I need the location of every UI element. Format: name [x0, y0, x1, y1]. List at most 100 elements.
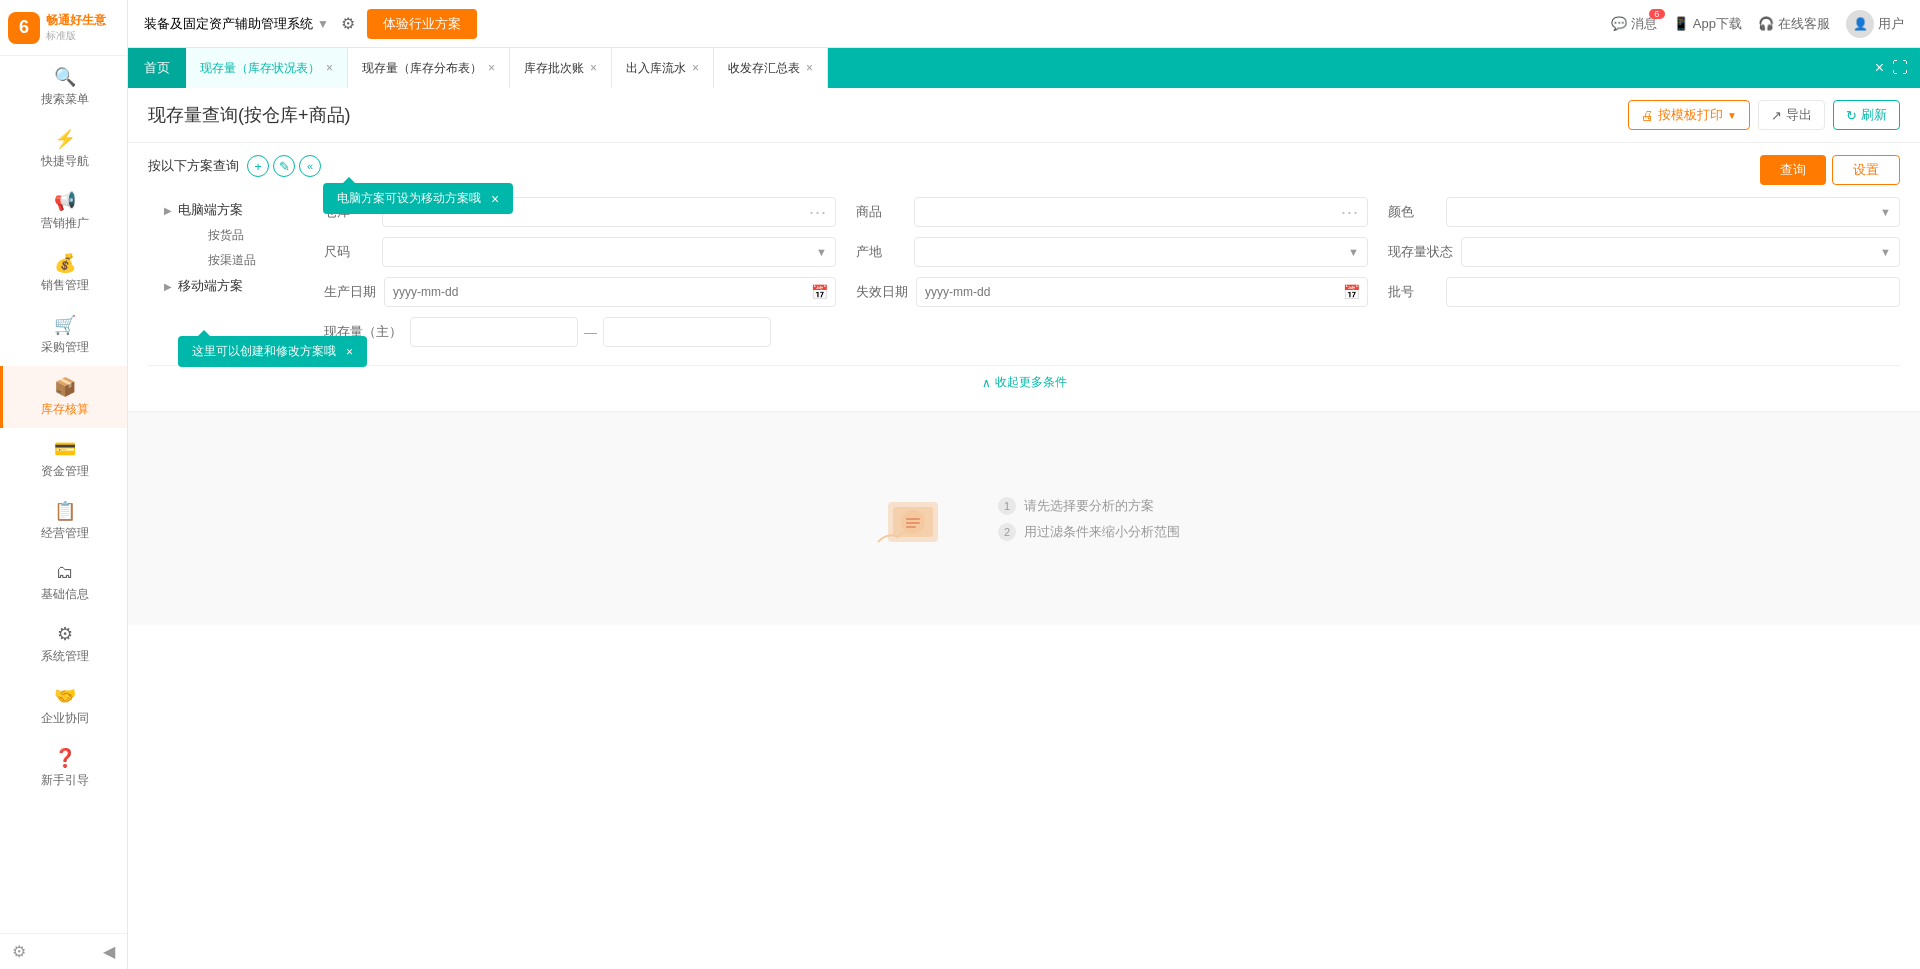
reset-button[interactable]: 设置 [1832, 155, 1900, 185]
tab-fullscreen-icon[interactable]: ⛶ [1892, 59, 1908, 77]
scheme-item-goods[interactable]: 按货品 [176, 223, 308, 248]
add-scheme-icon[interactable]: + [247, 155, 269, 177]
enterprise-icon: 🤝 [54, 685, 76, 707]
export-button[interactable]: ↗ 导出 [1758, 100, 1825, 130]
filter-row-2: 尺码 ▼ 产地 ▼ [324, 237, 1900, 267]
filter-header: 按以下方案查询 + ✎ « [148, 155, 321, 177]
tooltip2-close[interactable]: × [346, 345, 353, 359]
logo-text: 畅通好生意 标准版 [46, 12, 106, 43]
sidebar-item-purchase[interactable]: 🛒 采购管理 [0, 304, 127, 366]
origin-select[interactable]: ▼ [914, 237, 1368, 267]
batch-label: 批号 [1388, 283, 1438, 301]
tab-in-out-flow[interactable]: 出入库流水 × [612, 48, 714, 88]
sidebar-item-enterprise[interactable]: 🤝 企业协同 [0, 675, 127, 737]
tab-inventory-dist[interactable]: 现存量（库存分布表） × [348, 48, 510, 88]
refresh-button[interactable]: ↻ 刷新 [1833, 100, 1900, 130]
prod-date-input[interactable] [384, 277, 836, 307]
sidebar-item-basic[interactable]: 🗂 基础信息 [0, 552, 127, 613]
size-select[interactable]: ▼ [382, 237, 836, 267]
page-actions: 🖨 按模板打印 ▼ ↗ 导出 ↻ 刷新 [1628, 100, 1900, 130]
inv-qty-to[interactable] [603, 317, 771, 347]
sidebar-logo: 6 畅通好生意 标准版 [0, 0, 127, 56]
sidebar-item-operation[interactable]: 📋 经营管理 [0, 490, 127, 552]
tab-receipt-summary[interactable]: 收发存汇总表 × [714, 48, 828, 88]
app-download-action[interactable]: 📱 App下载 [1673, 15, 1742, 33]
empty-tip-1: 1 请先选择要分析的方案 [998, 497, 1180, 515]
tip-num-1: 1 [998, 497, 1016, 515]
settings-footer-icon[interactable]: ⚙ [12, 942, 26, 961]
color-select[interactable]: ▼ [1446, 197, 1900, 227]
empty-illustration [868, 472, 958, 565]
header-settings-icon[interactable]: ⚙ [341, 14, 355, 33]
online-service-action[interactable]: 🎧 在线客服 [1758, 15, 1830, 33]
filter-field-color: 颜色 ▼ [1388, 197, 1900, 227]
back-icon[interactable]: « [299, 155, 321, 177]
newbie-icon: ❓ [54, 747, 76, 769]
scheme-arrow-icon: ▶ [164, 205, 172, 216]
tooltip2-text: 这里可以创建和修改方案哦 [192, 343, 336, 360]
tooltip-scheme1: 电脑方案可设为移动方案哦 × [323, 183, 513, 214]
system-selector[interactable]: 装备及固定资产辅助管理系统 ▼ [144, 15, 329, 33]
message-action[interactable]: 💬 消息 6 [1611, 15, 1657, 33]
operation-icon: 📋 [54, 500, 76, 522]
goods-dots-icon[interactable]: ··· [1341, 202, 1359, 223]
tab-home[interactable]: 首页 [128, 48, 186, 88]
query-button[interactable]: 查询 [1760, 155, 1826, 185]
tab-close-inventory-status[interactable]: × [326, 61, 333, 75]
exp-date-calendar-icon[interactable]: 📅 [1343, 284, 1360, 300]
export-icon: ↗ [1771, 108, 1782, 123]
svg-rect-3 [906, 518, 920, 520]
collapse-sidebar-icon[interactable]: ◀ [103, 942, 115, 961]
finance-icon: 💳 [54, 438, 76, 460]
exp-date-label: 失效日期 [856, 283, 908, 301]
sidebar: 6 畅通好生意 标准版 🔍 搜索菜单 ⚡ 快捷导航 📢 营销推广 💰 销售管理 … [0, 0, 128, 969]
sidebar-item-sales[interactable]: 💰 销售管理 [0, 242, 127, 304]
tab-close-receipt-summary[interactable]: × [806, 61, 813, 75]
tab-close-in-out-flow[interactable]: × [692, 61, 699, 75]
tab-batch-account[interactable]: 库存批次账 × [510, 48, 612, 88]
tab-close-batch-account[interactable]: × [590, 61, 597, 75]
user-action[interactable]: 👤 用户 [1846, 10, 1904, 38]
service-icon: 🎧 [1758, 16, 1774, 31]
filter-field-goods: 商品 ··· [856, 197, 1368, 227]
warehouse-dots-icon[interactable]: ··· [809, 202, 827, 223]
sidebar-item-finance[interactable]: 💳 资金管理 [0, 428, 127, 490]
origin-arrow-icon: ▼ [1348, 246, 1359, 258]
main-content: 装备及固定资产辅助管理系统 ▼ ⚙ 体验行业方案 💬 消息 6 📱 App下载 … [128, 0, 1920, 969]
scheme-desktop[interactable]: ▶ 电脑端方案 [148, 197, 308, 223]
filter-panel: 按以下方案查询 + ✎ « 电脑方案可设为移动方案哦 × [128, 143, 1920, 411]
goods-label: 商品 [856, 203, 906, 221]
sidebar-item-marketing[interactable]: 📢 营销推广 [0, 180, 127, 242]
sidebar-item-inventory[interactable]: 📦 库存核算 [0, 366, 127, 428]
inv-qty-from[interactable] [410, 317, 578, 347]
goods-select[interactable]: ··· [914, 197, 1368, 227]
exp-date-input[interactable] [916, 277, 1368, 307]
print-arrow-icon: ▼ [1727, 110, 1737, 121]
batch-input[interactable] [1446, 277, 1900, 307]
tab-close-inventory-dist[interactable]: × [488, 61, 495, 75]
scheme-mobile[interactable]: ▶ 移动端方案 [148, 273, 308, 299]
sidebar-item-guide[interactable]: ⚡ 快捷导航 [0, 118, 127, 180]
tab-inventory-status[interactable]: 现存量（库存状况表） × [186, 48, 348, 88]
scheme-item-channel[interactable]: 按渠道品 [176, 248, 308, 273]
system-dropdown-icon: ▼ [317, 17, 329, 31]
prod-date-calendar-icon[interactable]: 📅 [811, 284, 828, 300]
edit-scheme-icon[interactable]: ✎ [273, 155, 295, 177]
inv-qty-range: — [410, 317, 771, 347]
avatar-icon: 👤 [1853, 17, 1868, 31]
query-actions: 查询 设置 [1760, 155, 1900, 185]
sidebar-item-search[interactable]: 🔍 搜索菜单 [0, 56, 127, 118]
filter-field-inv-qty: 现存量（主） — [324, 317, 771, 347]
search-icon: 🔍 [54, 66, 76, 88]
tooltip1-close[interactable]: × [491, 191, 499, 207]
range-separator: — [584, 325, 597, 340]
print-button[interactable]: 🖨 按模板打印 ▼ [1628, 100, 1750, 130]
collapse-button[interactable]: ∧ 收起更多条件 [974, 366, 1075, 399]
sidebar-item-system[interactable]: ⚙ 系统管理 [0, 613, 127, 675]
tab-close-all-icon[interactable]: × [1875, 59, 1884, 77]
sidebar-item-newbie[interactable]: ❓ 新手引导 [0, 737, 127, 799]
inv-status-select[interactable]: ▼ [1461, 237, 1900, 267]
scheme-desktop-children: 按货品 按渠道品 [148, 223, 308, 273]
trial-button[interactable]: 体验行业方案 [367, 9, 477, 39]
tab-bar-end: × ⛶ [1863, 48, 1920, 88]
